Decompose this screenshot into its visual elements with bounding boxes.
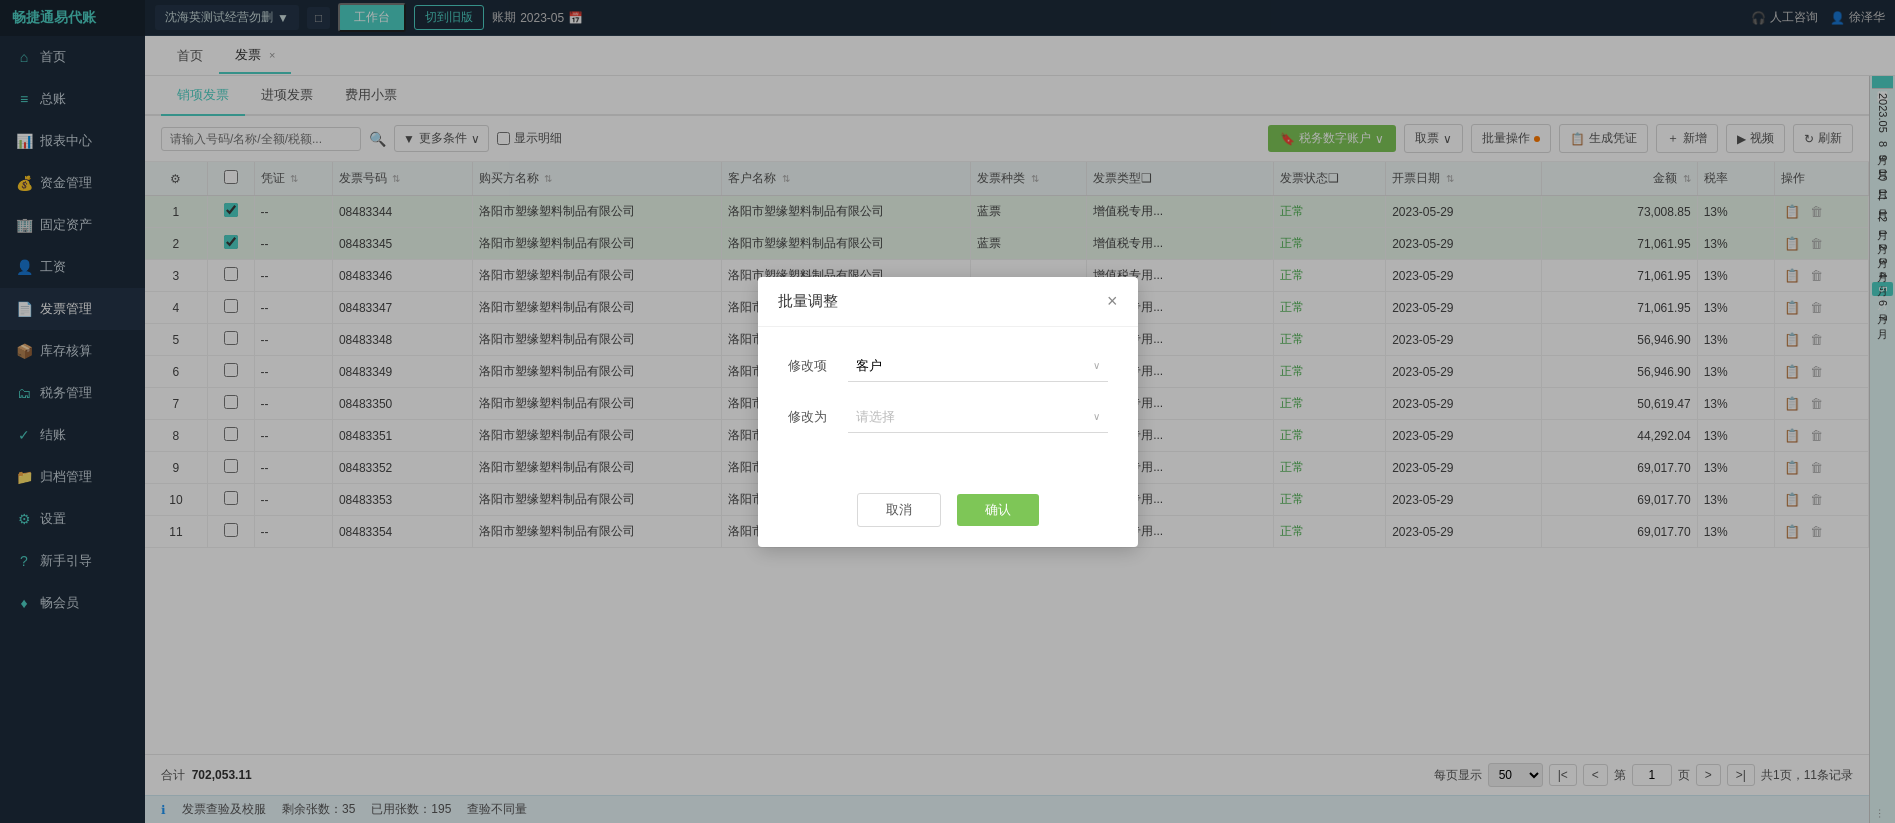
modal-footer: 取消 确认 bbox=[758, 477, 1138, 547]
modal-modify-label: 修改项 bbox=[788, 357, 848, 375]
modal-field-modify: 修改项 客户 ∨ bbox=[788, 351, 1108, 382]
modal-modify-to-placeholder: 请选择 bbox=[856, 408, 895, 426]
batch-adjust-modal: 批量调整 × 修改项 客户 ∨ 修改为 请选择 ∨ 取消 确认 bbox=[758, 277, 1138, 547]
modal-overlay: 批量调整 × 修改项 客户 ∨ 修改为 请选择 ∨ 取消 确认 bbox=[0, 0, 1895, 823]
modal-cancel-btn[interactable]: 取消 bbox=[857, 493, 941, 527]
modal-close-btn[interactable]: × bbox=[1107, 291, 1118, 312]
modal-modify-select[interactable]: 客户 ∨ bbox=[848, 351, 1108, 382]
modal-modify-chevron-icon: ∨ bbox=[1093, 360, 1100, 371]
modal-field-modify-to: 修改为 请选择 ∨ bbox=[788, 402, 1108, 433]
modal-modify-value: 客户 bbox=[856, 357, 882, 375]
modal-header: 批量调整 × bbox=[758, 277, 1138, 327]
modal-body: 修改项 客户 ∨ 修改为 请选择 ∨ bbox=[758, 327, 1138, 477]
modal-confirm-btn[interactable]: 确认 bbox=[957, 494, 1039, 526]
modal-title: 批量调整 bbox=[778, 292, 838, 311]
modal-modify-to-chevron-icon: ∨ bbox=[1093, 411, 1100, 422]
modal-modify-to-label: 修改为 bbox=[788, 408, 848, 426]
modal-modify-to-select[interactable]: 请选择 ∨ bbox=[848, 402, 1108, 433]
